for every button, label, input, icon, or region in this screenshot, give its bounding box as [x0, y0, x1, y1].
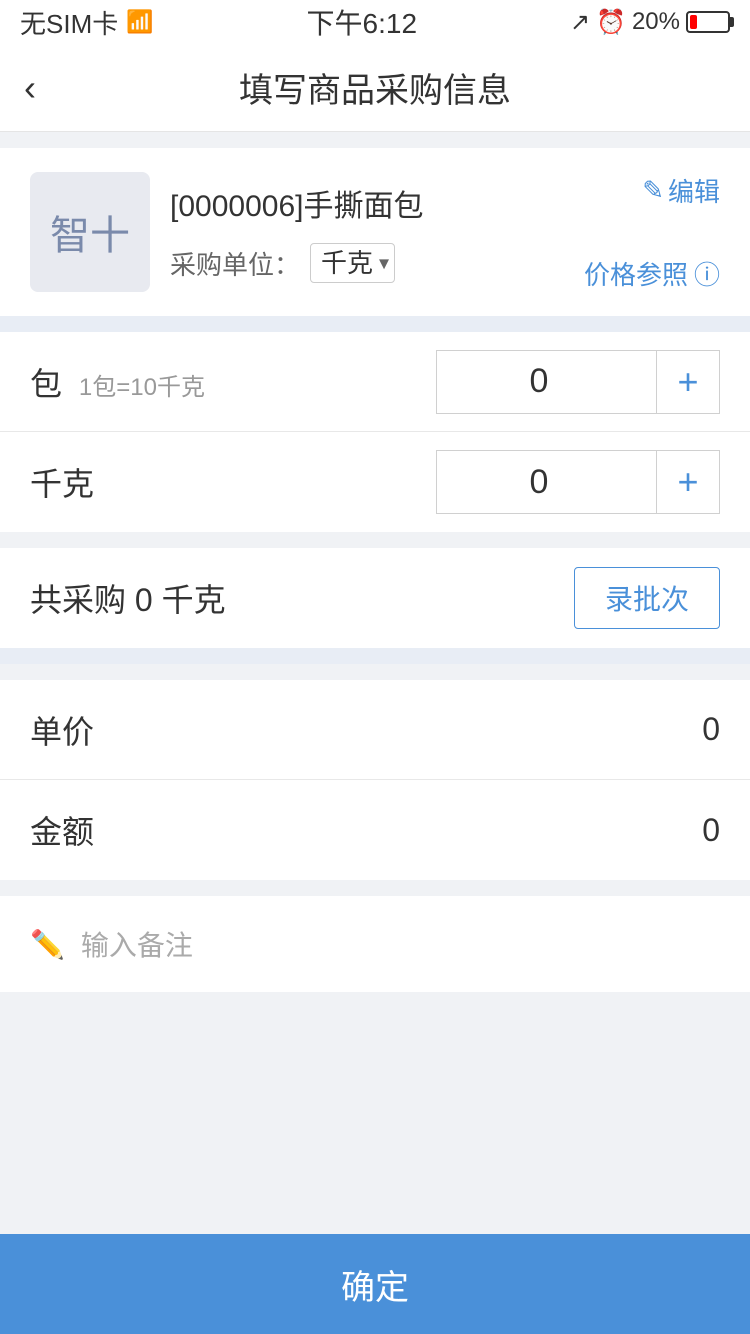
- price-row-unit: 单价 0: [0, 680, 750, 780]
- back-button[interactable]: ‹: [24, 67, 36, 109]
- price-ref-info-icon: ⓘ: [694, 255, 720, 292]
- qty-input-kg[interactable]: [436, 450, 656, 514]
- edit-label: 编辑: [668, 172, 720, 209]
- price-label-amount: 金额: [30, 807, 94, 853]
- price-value-unit: 0: [702, 711, 720, 748]
- confirm-bar[interactable]: 确定: [0, 1234, 750, 1334]
- main-content: 智十 [0000006]手撕面包 采购单位： 千克 ✎ 编辑 价格参照 ⓘ: [0, 148, 750, 1112]
- price-ref-button[interactable]: 价格参照 ⓘ: [584, 255, 720, 292]
- input-section: 包 1包=10千克 + 千克 +: [0, 332, 750, 532]
- nav-bar: ‹ 填写商品采购信息: [0, 44, 750, 132]
- unit-select-wrap[interactable]: 千克: [310, 243, 395, 283]
- edit-icon: ✎: [642, 175, 664, 206]
- status-bar: 无SIM卡 📶 下午6:12 ↗ ⏰ 20%: [0, 0, 750, 44]
- batch-button[interactable]: 录批次: [574, 567, 720, 629]
- unit-select[interactable]: 千克: [310, 243, 395, 283]
- product-card: 智十 [0000006]手撕面包 采购单位： 千克 ✎ 编辑 价格参照 ⓘ: [0, 148, 750, 316]
- divider-2: [0, 648, 750, 664]
- pencil-icon: ✏️: [30, 928, 65, 961]
- divider-1: [0, 316, 750, 332]
- alarm-icon: ⏰: [596, 8, 626, 37]
- page-title: 填写商品采购信息: [239, 63, 511, 112]
- input-row-bao: 包 1包=10千克 +: [0, 332, 750, 432]
- product-name: [0000006]手撕面包: [170, 181, 720, 225]
- qty-input-bao[interactable]: [436, 350, 656, 414]
- summary-text: 共采购 0 千克: [30, 575, 226, 621]
- remark-placeholder: 输入备注: [81, 924, 193, 964]
- summary-value: 0: [135, 582, 162, 618]
- battery-icon: [686, 11, 730, 33]
- battery-text: 20%: [632, 8, 680, 36]
- price-row-amount: 金额 0: [0, 780, 750, 880]
- time-display: 下午6:12: [307, 2, 418, 42]
- location-icon: ↗: [570, 8, 590, 37]
- unit-label: 采购单位：: [170, 245, 300, 282]
- input-label-bao: 包 1包=10千克: [30, 359, 436, 405]
- summary-prefix: 共采购: [30, 582, 126, 618]
- price-value-amount: 0: [702, 812, 720, 849]
- status-right: ↗ ⏰ 20%: [570, 8, 730, 37]
- product-thumb-text: 智十: [50, 203, 130, 261]
- edit-button[interactable]: ✎ 编辑: [642, 172, 720, 209]
- input-row-kg: 千克 +: [0, 432, 750, 532]
- price-label-unit: 单价: [30, 707, 94, 753]
- product-thumbnail: 智十: [30, 172, 150, 292]
- summary-unit: 千克: [162, 582, 226, 618]
- wifi-icon: 📶: [126, 9, 153, 35]
- status-left: 无SIM卡 📶: [20, 4, 154, 41]
- plus-button-kg[interactable]: +: [656, 450, 720, 514]
- input-control-kg: +: [436, 450, 720, 514]
- remark-section[interactable]: ✏️ 输入备注: [0, 896, 750, 992]
- price-section: 单价 0 金额 0: [0, 680, 750, 880]
- battery-fill: [690, 15, 697, 29]
- input-label-kg: 千克: [30, 459, 436, 505]
- summary-section: 共采购 0 千克 录批次: [0, 548, 750, 648]
- plus-button-bao[interactable]: +: [656, 350, 720, 414]
- summary-row: 共采购 0 千克 录批次: [0, 548, 750, 648]
- input-sublabel-bao: 1包=10千克: [79, 374, 205, 401]
- confirm-button[interactable]: 确定: [341, 1260, 409, 1309]
- price-ref-label: 价格参照: [584, 255, 688, 292]
- carrier-text: 无SIM卡: [20, 4, 118, 41]
- input-control-bao: +: [436, 350, 720, 414]
